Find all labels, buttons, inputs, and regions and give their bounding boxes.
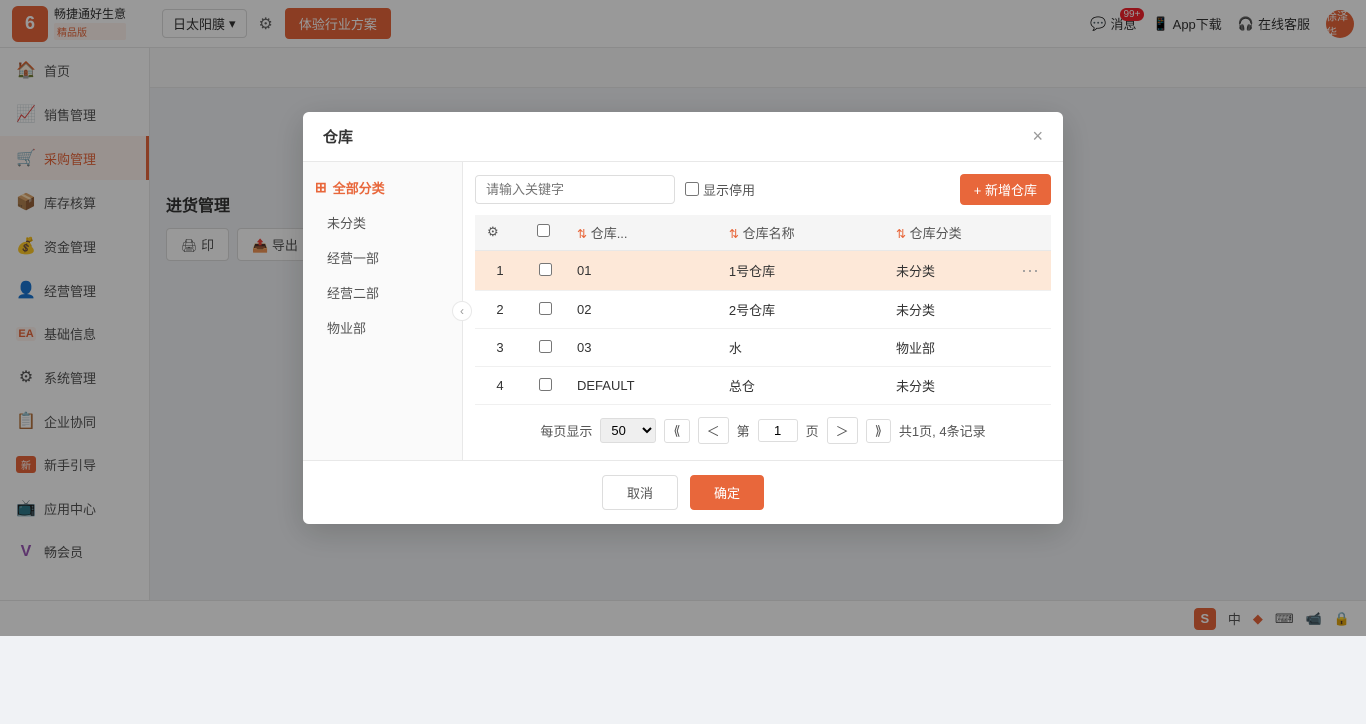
table-panel: 🔍 显示停用 + 新增仓库 ⚙ [463,162,1063,461]
modal-body: ⊞ 全部分类 ‹ 未分类 经营一部 经营二部 物业部 [303,162,1063,461]
row-category: 物业部 [884,329,1051,367]
row-code: 01 [565,250,717,291]
table-row[interactable]: 4 DEFAULT 总仓 未分类 [475,367,1051,405]
first-page-button[interactable]: ⟪ [664,419,689,443]
search-input[interactable] [476,177,672,202]
row-category: 未分类 [884,367,1051,405]
row-code: DEFAULT [565,367,717,405]
row-code: 03 [565,329,717,367]
grid-icon: ⊞ [315,179,327,196]
row-num: 2 [475,291,525,329]
table-row[interactable]: 2 02 2号仓库 未分类 [475,291,1051,329]
row-code: 02 [565,291,717,329]
select-all-checkbox[interactable] [537,224,550,237]
category-item-dept2[interactable]: 经营二部 [303,275,462,310]
add-warehouse-button[interactable]: + 新增仓库 [960,174,1051,205]
row-num: 4 [475,367,525,405]
row-checkbox [525,329,565,367]
row-num: 3 [475,329,525,367]
show-disabled-label[interactable]: 显示停用 [685,180,755,199]
cancel-button[interactable]: 取消 [602,475,678,510]
collapse-button[interactable]: ‹ [452,301,472,321]
col-category-header: ⇅ 仓库分类 [884,215,1051,251]
per-page-select[interactable]: 50 10 20 100 [600,418,656,443]
category-all[interactable]: ⊞ 全部分类 [303,170,462,205]
row-name: 总仓 [717,367,884,405]
row-category: 未分类 ··· [884,251,1051,291]
table-row[interactable]: 3 03 水 物业部 [475,329,1051,367]
table-row[interactable]: 1 01 1号仓库 未分类 ··· [475,250,1051,291]
modal-footer: 取消 确定 [303,460,1063,524]
next-page-button[interactable]: ＞ [827,417,858,444]
row-name: 1号仓库 [717,250,884,291]
total-count: 共1页, 4条记录 [899,421,986,440]
row-num: 1 [475,250,525,291]
row-actions[interactable]: ··· [1021,260,1039,281]
row-name: 2号仓库 [717,291,884,329]
sort-icon: ⇅ [896,227,906,241]
page-input[interactable] [758,419,798,442]
sort-icon: ⇅ [729,227,739,241]
confirm-button[interactable]: 确定 [690,475,764,510]
table-toolbar-left: 🔍 显示停用 [475,175,755,204]
category-item-unclassified[interactable]: 未分类 [303,205,462,240]
row-checkbox [525,367,565,405]
modal-overlay: 仓库 × ⊞ 全部分类 ‹ 未分类 经营一部 [0,0,1366,636]
row-category: 未分类 [884,291,1051,329]
modal-header: 仓库 × [303,112,1063,162]
gear-icon: ⚙ [487,224,499,239]
row-name: 水 [717,329,884,367]
search-icon[interactable]: 🔍 [672,176,675,203]
pagination: 每页显示 50 10 20 100 ⟪ ＜ 第 页 ＞ ⟫ 共1页, 4条记录 [475,405,1051,448]
modal-title: 仓库 [323,126,353,147]
row-checkbox [525,291,565,329]
warehouse-table: ⚙ ⇅ 仓库... ⇅ 仓库名称 [475,215,1051,406]
category-item-dept1[interactable]: 经营一部 [303,240,462,275]
col-code-header: ⇅ 仓库... [565,215,717,251]
sort-icon: ⇅ [577,227,587,241]
col-settings: ⚙ [475,215,525,251]
col-name-header: ⇅ 仓库名称 [717,215,884,251]
prev-page-button[interactable]: ＜ [698,417,729,444]
show-disabled-checkbox[interactable] [685,182,699,196]
category-panel: ⊞ 全部分类 ‹ 未分类 经营一部 经营二部 物业部 [303,162,463,461]
last-page-button[interactable]: ⟫ [866,419,891,443]
close-button[interactable]: × [1032,127,1043,145]
search-box: 🔍 [475,175,675,204]
category-item-property[interactable]: 物业部 [303,310,462,345]
row-checkbox [525,250,565,291]
col-checkbox [525,215,565,251]
warehouse-modal: 仓库 × ⊞ 全部分类 ‹ 未分类 经营一部 [303,112,1063,525]
table-toolbar: 🔍 显示停用 + 新增仓库 [475,174,1051,205]
